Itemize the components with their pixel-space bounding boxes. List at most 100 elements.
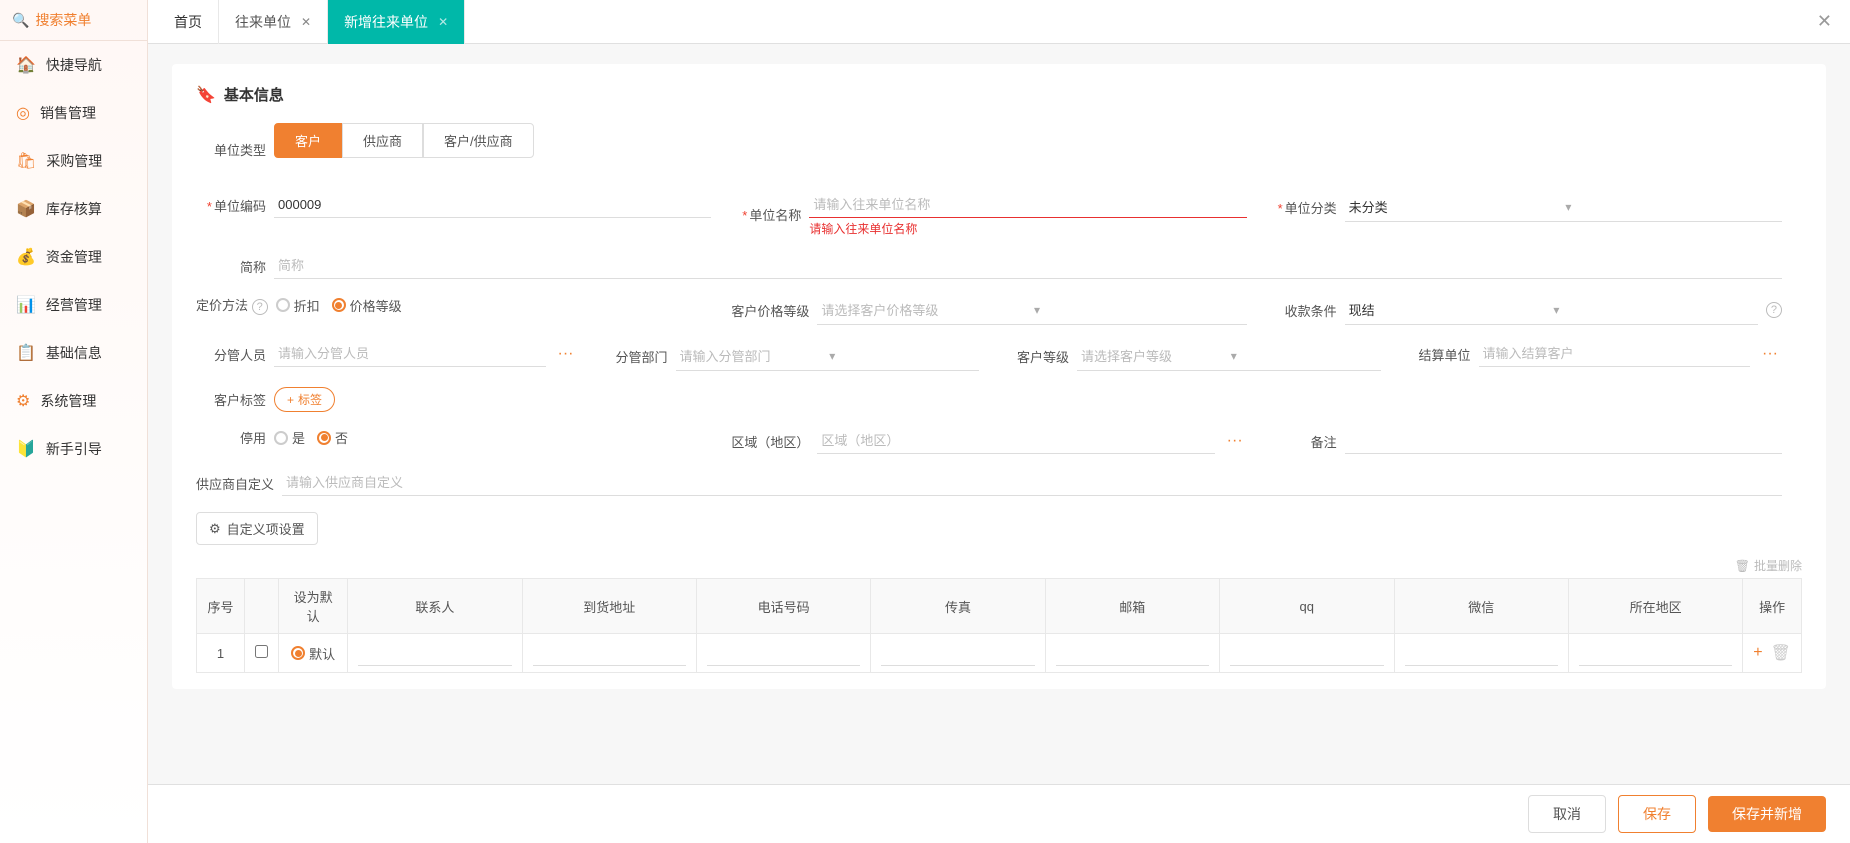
tab-unit-list-close[interactable]: ✕	[301, 15, 311, 29]
cell-address[interactable]	[522, 634, 696, 673]
sidebar-item-quick-nav[interactable]: 🏠 快捷导航	[0, 41, 147, 89]
row-code-name-cat: *单位编码 *单位名称 请输入往来单位名称 *单位分类 未分类 ▾	[196, 192, 1802, 237]
sidebar-item-guide[interactable]: 🔰 新手引导	[0, 425, 147, 473]
batch-delete-label[interactable]: 批量删除	[1754, 557, 1802, 574]
radio-discount[interactable]: 折扣	[276, 296, 320, 315]
sidebar-item-finance[interactable]: 💰 资金管理	[0, 233, 147, 281]
region-more-btn[interactable]: ···	[1223, 432, 1247, 450]
save-new-button[interactable]: 保存并新增	[1708, 796, 1826, 832]
dept-select[interactable]: 请输入分管部门 ▾	[676, 341, 980, 371]
contacts-table: 序号 设为默认 联系人 到货地址 电话号码 传真 邮箱 qq 微信 所在地区 操…	[196, 578, 1802, 673]
row-checkbox[interactable]	[255, 645, 268, 658]
btn-customer[interactable]: 客户	[274, 123, 342, 158]
search-icon: 🔍	[12, 12, 29, 29]
radio-discount-label: 折扣	[294, 296, 320, 315]
radio-price-level[interactable]: 价格等级	[332, 296, 402, 315]
sidebar-item-operations[interactable]: 📊 经营管理	[0, 281, 147, 329]
tab-unit-list[interactable]: 往来单位 ✕	[219, 0, 328, 44]
cell-qq[interactable]	[1219, 634, 1394, 673]
region-input[interactable]	[817, 428, 1214, 454]
radio-yes[interactable]: 是	[274, 428, 305, 447]
unit-type-buttons: 客户 供应商 客户/供应商	[274, 123, 534, 158]
cell-phone[interactable]	[696, 634, 870, 673]
sidebar-item-system[interactable]: ⚙ 系统管理	[0, 377, 147, 425]
settings-gear-icon: ⚙	[209, 521, 221, 537]
dept-placeholder: 请输入分管部门	[680, 346, 826, 365]
search-menu-btn[interactable]: 🔍 搜索菜单	[12, 10, 135, 30]
cell-wechat[interactable]	[1394, 634, 1568, 673]
th-check	[245, 579, 279, 634]
save-button[interactable]: 保存	[1618, 795, 1696, 833]
sidebar-item-basic-info[interactable]: 📋 基础信息	[0, 329, 147, 377]
customer-level-placeholder: 请选择客户等级	[1081, 346, 1227, 365]
payment-select[interactable]: 现结 ▾	[1345, 295, 1758, 325]
customer-level-select[interactable]: 请选择客户等级 ▾	[1077, 341, 1381, 371]
add-row-btn[interactable]: +	[1753, 644, 1762, 662]
cancel-button[interactable]: 取消	[1528, 795, 1606, 833]
field-category: *单位分类 未分类 ▾	[1267, 192, 1802, 222]
customer-price-select[interactable]: 请选择客户价格等级 ▾	[817, 295, 1246, 325]
del-row-btn[interactable]: 🗑	[1771, 643, 1791, 663]
tab-new-unit[interactable]: 新增往来单位 ✕	[328, 0, 465, 44]
field-customer-level: 客户等级 请选择客户等级 ▾	[999, 341, 1401, 371]
category-select[interactable]: 未分类 ▾	[1345, 192, 1782, 222]
cell-contact[interactable]	[348, 634, 522, 673]
abbr-input[interactable]	[274, 253, 1782, 279]
tabbar-close-btn[interactable]: ✕	[1809, 7, 1840, 36]
settlement-more-btn[interactable]: ···	[1758, 345, 1782, 363]
sidebar-label-purchase: 采购管理	[46, 151, 102, 171]
radio-no-dot	[317, 431, 331, 445]
fax-input[interactable]	[881, 640, 1034, 666]
custom-settings-btn[interactable]: ⚙ 自定义项设置	[196, 512, 318, 545]
email-input[interactable]	[1056, 640, 1209, 666]
customer-price-label: 客户价格等级	[731, 301, 809, 320]
field-manager: 分管人员 ···	[196, 341, 598, 367]
sidebar-item-sales[interactable]: ◎ 销售管理	[0, 89, 147, 137]
category-label: *单位分类	[1267, 198, 1337, 217]
address-input[interactable]	[533, 640, 686, 666]
sidebar-search-area[interactable]: 🔍 搜索菜单	[0, 0, 147, 41]
unit-type-field: 单位类型 客户 供应商 客户/供应商	[196, 123, 1802, 176]
area-input[interactable]	[1579, 640, 1732, 666]
default-radio[interactable]: 默认	[289, 644, 337, 663]
inventory-icon: 📦	[16, 199, 36, 219]
sales-icon: ◎	[16, 103, 30, 123]
manager-input[interactable]	[274, 341, 546, 367]
name-error-msg: 请输入往来单位名称	[809, 220, 1246, 237]
qq-input[interactable]	[1230, 640, 1384, 666]
field-dept: 分管部门 请输入分管部门 ▾	[598, 341, 1000, 371]
radio-no[interactable]: 否	[317, 428, 348, 447]
tab-new-unit-close[interactable]: ✕	[438, 15, 448, 29]
btn-both[interactable]: 客户/供应商	[423, 123, 534, 158]
tab-home[interactable]: 首页	[158, 0, 219, 44]
sidebar-item-inventory[interactable]: 📦 库存核算	[0, 185, 147, 233]
remark-input[interactable]	[1345, 428, 1782, 454]
cell-fax[interactable]	[871, 634, 1045, 673]
add-tag-btn[interactable]: + 标签	[274, 387, 335, 412]
cell-area[interactable]	[1568, 634, 1742, 673]
field-tags: 客户标签 + 标签	[196, 387, 1802, 412]
wechat-input[interactable]	[1405, 640, 1558, 666]
field-region: 区域（地区） ···	[731, 428, 1266, 454]
batch-delete-area: 🗑 批量删除	[196, 557, 1802, 574]
cell-check[interactable]	[245, 634, 279, 673]
manager-more-btn[interactable]: ···	[554, 345, 578, 363]
sidebar-item-purchase[interactable]: 🛍 采购管理	[0, 137, 147, 185]
settlement-input[interactable]	[1479, 341, 1751, 367]
row-abbr: 简称	[196, 253, 1802, 279]
payment-info-icon[interactable]: ?	[1766, 302, 1782, 318]
phone-input[interactable]	[707, 640, 860, 666]
sidebar-label-guide: 新手引导	[46, 439, 102, 459]
radio-yes-dot	[274, 431, 288, 445]
supplier-custom-input[interactable]	[282, 470, 1782, 496]
th-email: 邮箱	[1045, 579, 1219, 634]
category-value: 未分类	[1349, 197, 1562, 216]
guide-icon: 🔰	[16, 439, 36, 459]
btn-supplier[interactable]: 供应商	[342, 123, 423, 158]
code-input[interactable]	[274, 192, 711, 218]
pricing-info-icon[interactable]: ?	[252, 299, 268, 315]
cell-email[interactable]	[1045, 634, 1219, 673]
row-pricing: 定价方法 ? 折扣 价格等级 客户	[196, 295, 1802, 325]
name-input[interactable]	[809, 192, 1246, 218]
contact-input[interactable]	[358, 640, 511, 666]
